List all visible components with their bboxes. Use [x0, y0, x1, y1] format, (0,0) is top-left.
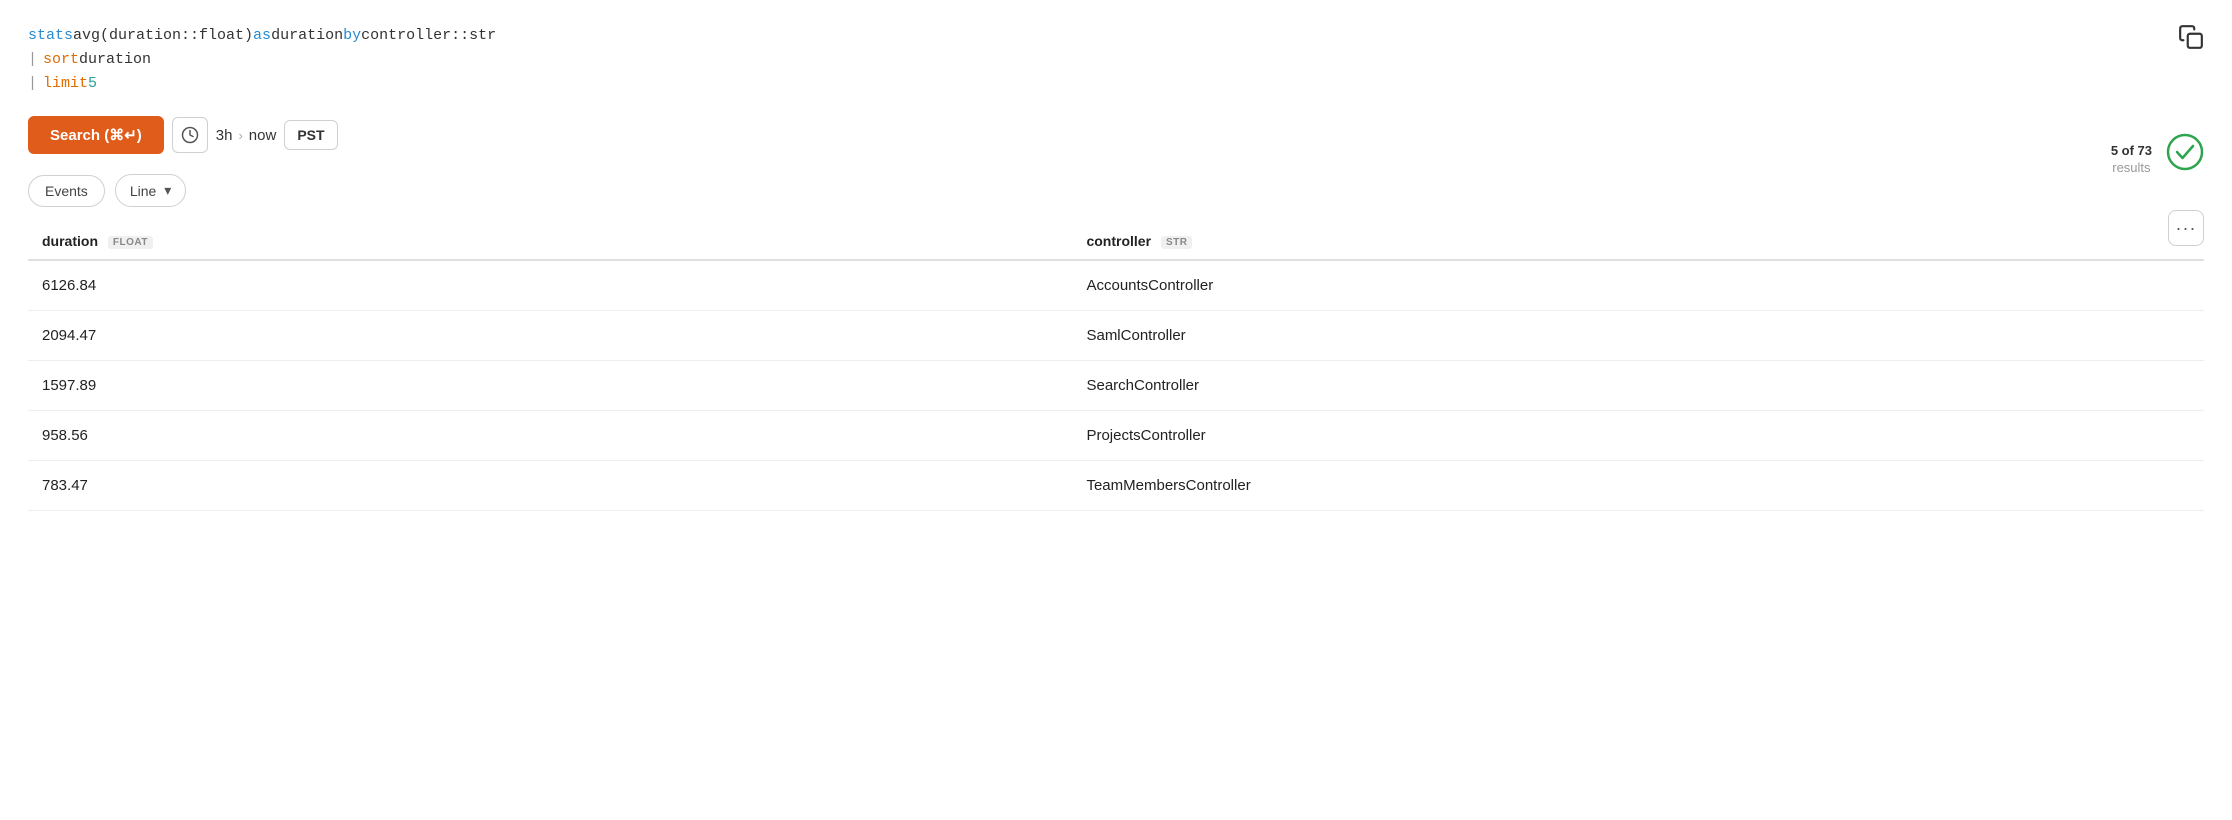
table-row: 1597.89 SearchController — [28, 361, 2204, 411]
results-table: duration FLOAT controller STR 6126.84 Ac… — [28, 223, 2204, 511]
timezone-button[interactable]: PST — [284, 120, 337, 150]
main-container: stats avg(duration::float) as duration b… — [0, 0, 2232, 820]
query-as-kw: as — [253, 24, 271, 48]
more-button[interactable]: ··· — [2168, 210, 2204, 246]
header-duration-label: duration — [42, 233, 98, 249]
query-limit-value: 5 — [88, 72, 97, 96]
chevron-down-icon: ▾ — [164, 182, 171, 199]
time-icon-button[interactable] — [172, 117, 208, 153]
cell-duration: 958.56 — [28, 411, 1072, 461]
cell-duration: 2094.47 — [28, 311, 1072, 361]
success-icon — [2166, 133, 2204, 171]
header-duration-type: FLOAT — [108, 236, 153, 249]
query-alias: duration — [271, 24, 343, 48]
query-line-2: | sort duration — [28, 48, 2204, 72]
table-row: 958.56 ProjectsController — [28, 411, 2204, 461]
results-label: results — [2112, 160, 2150, 175]
events-label: Events — [45, 183, 88, 199]
table-row: 6126.84 AccountsController — [28, 260, 2204, 311]
table-header-row: duration FLOAT controller STR — [28, 223, 2204, 260]
query-line-3: | limit 5 — [28, 72, 2204, 96]
query-sort-kw: sort — [43, 48, 79, 72]
cell-controller: TeamMembersController — [1072, 461, 2204, 511]
time-chevron: › — [238, 128, 242, 143]
view-controls: Events Line ▾ — [28, 174, 2204, 207]
header-controller[interactable]: controller STR — [1072, 223, 2204, 260]
cell-controller: SamlController — [1072, 311, 2204, 361]
search-label: Search (⌘↵) — [50, 126, 142, 144]
timezone-label: PST — [297, 127, 324, 143]
header-duration[interactable]: duration FLOAT — [28, 223, 1072, 260]
cell-controller: ProjectsController — [1072, 411, 2204, 461]
query-sort-field: duration — [79, 48, 151, 72]
results-count: 5 of 73 — [2111, 143, 2152, 158]
query-func: avg(duration::float) — [73, 24, 253, 48]
pipe-char-2: | — [28, 72, 37, 96]
query-stats-kw: stats — [28, 24, 73, 48]
cell-duration: 783.47 — [28, 461, 1072, 511]
cell-controller: AccountsController — [1072, 260, 2204, 311]
table-row: 2094.47 SamlController — [28, 311, 2204, 361]
cell-duration: 6126.84 — [28, 260, 1072, 311]
time-end: now — [249, 127, 277, 144]
query-limit-kw: limit — [43, 72, 88, 96]
query-editor[interactable]: stats avg(duration::float) as duration b… — [28, 24, 2204, 96]
time-start: 3h — [216, 127, 233, 144]
header-controller-type: STR — [1161, 236, 1193, 249]
events-button[interactable]: Events — [28, 175, 105, 207]
search-bar: Search (⌘↵) 3h › now PST — [28, 116, 2204, 154]
query-field: controller::str — [361, 24, 496, 48]
query-line-1: stats avg(duration::float) as duration b… — [28, 24, 2204, 48]
pipe-char-1: | — [28, 48, 37, 72]
line-label: Line — [130, 183, 156, 199]
cell-controller: SearchController — [1072, 361, 2204, 411]
copy-icon[interactable] — [2178, 24, 2204, 56]
time-range-display: 3h › now — [216, 127, 277, 144]
results-info: 5 of 73 results — [2111, 143, 2152, 177]
search-button[interactable]: Search (⌘↵) — [28, 116, 164, 154]
table-row: 783.47 TeamMembersController — [28, 461, 2204, 511]
more-icon: ··· — [2176, 218, 2197, 239]
header-controller-label: controller — [1086, 233, 1151, 249]
cell-duration: 1597.89 — [28, 361, 1072, 411]
line-dropdown[interactable]: Line ▾ — [115, 174, 187, 207]
query-by-kw: by — [343, 24, 361, 48]
